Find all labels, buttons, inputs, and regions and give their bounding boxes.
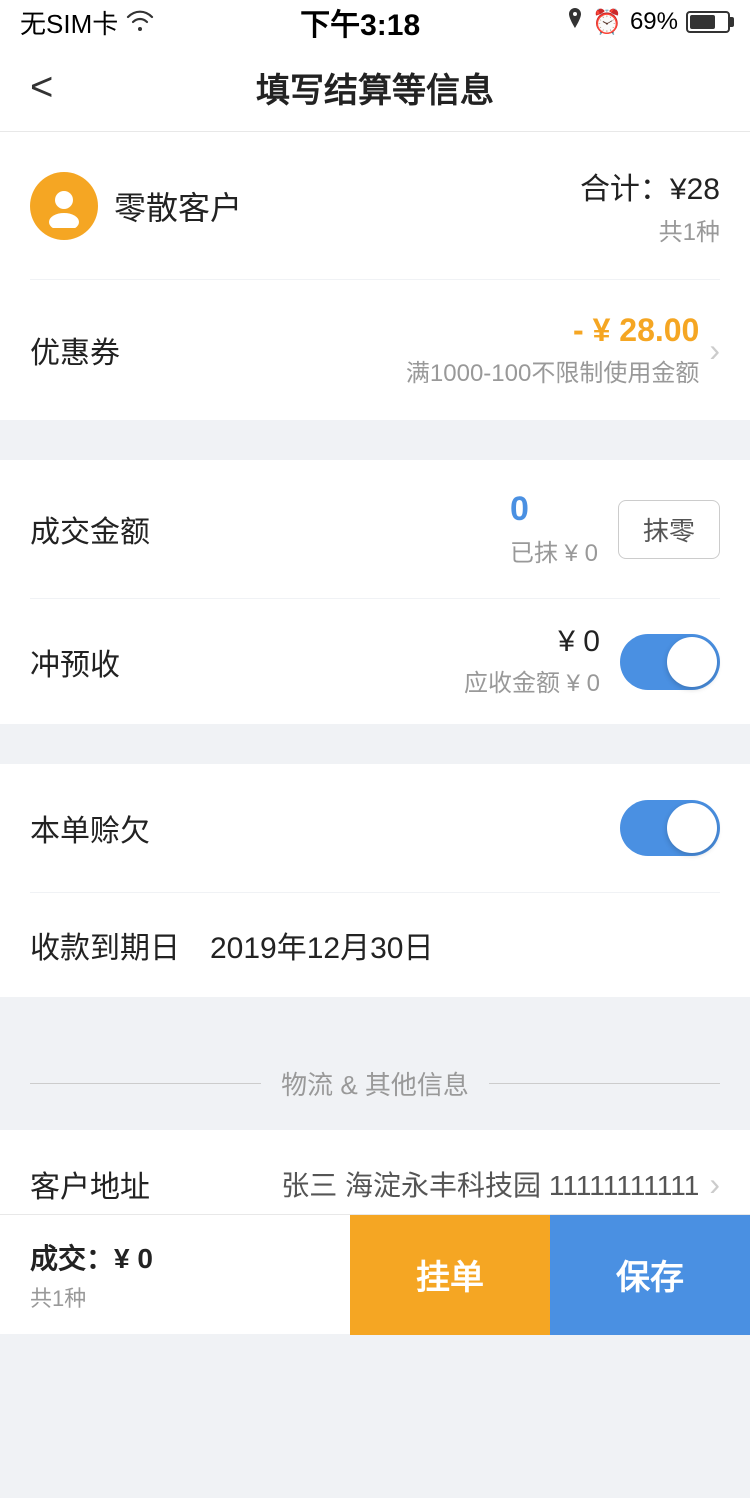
prepay-sub-amount: 应收金额 ¥ 0 (464, 663, 600, 698)
toggle-thumb (667, 637, 717, 687)
address-value: 张三 海淀永丰科技园 11111111111 (180, 1164, 709, 1204)
address-chevron-icon: › (709, 1166, 720, 1203)
due-date-row: 收款到期日 2019年12月30日 (0, 893, 750, 997)
chevron-right-icon: › (709, 332, 720, 369)
logistics-header: 物流 & 其他信息 (0, 1037, 750, 1130)
coupon-amounts: - ¥ 28.00 满1000-100不限制使用金额 (406, 312, 699, 388)
transaction-amount-row: 成交金额 0 已抹 ¥ 0 抹零 (0, 460, 750, 598)
debt-toggle[interactable] (620, 800, 720, 856)
prepay-main-amount: ¥ 0 (464, 625, 600, 659)
debt-row: 本单赊欠 (0, 764, 750, 892)
bottom-trade-amount: 成交：¥ 0 (30, 1237, 320, 1277)
status-left: 无SIM卡 (20, 4, 154, 41)
location-icon (566, 8, 584, 37)
bottom-trade-label: 成交： (30, 1243, 114, 1274)
status-time: 下午3:18 (300, 0, 420, 44)
status-bar: 无SIM卡 下午3:18 ⏰ 69% (0, 0, 750, 44)
logistics-title: 物流 & 其他信息 (261, 1065, 489, 1102)
transaction-amount-values: 0 已抹 ¥ 0 (510, 490, 598, 568)
carrier-text: 无SIM卡 (20, 4, 118, 41)
transaction-section: 成交金额 0 已抹 ¥ 0 抹零 冲预收 ¥ 0 应收金额 ¥ 0 (0, 460, 750, 724)
back-button[interactable]: < (30, 65, 53, 110)
total-amount: 合计：¥28 (580, 164, 720, 208)
customer-right: 合计：¥28 共1种 (580, 164, 720, 247)
prepay-toggle[interactable] (620, 634, 720, 690)
page-title: 填写结算等信息 (256, 63, 494, 112)
battery-icon (686, 11, 730, 33)
amount-sub: 已抹 ¥ 0 (510, 533, 598, 568)
customer-name: 零散客户 (114, 183, 242, 229)
bottom-bar: 成交：¥ 0 共1种 挂单 保存 (0, 1214, 750, 1334)
battery-percent: 69% (630, 8, 678, 36)
debt-label: 本单赊欠 (30, 806, 150, 850)
transaction-amount-right: 0 已抹 ¥ 0 抹零 (510, 490, 720, 568)
debt-toggle-thumb (667, 803, 717, 853)
prepay-label: 冲预收 (30, 640, 120, 684)
coupon-label: 优惠券 (30, 328, 120, 372)
prepay-right: ¥ 0 应收金额 ¥ 0 (464, 625, 720, 698)
coupon-desc: 满1000-100不限制使用金额 (406, 353, 699, 388)
total-count: 共1种 (580, 212, 720, 247)
save-button[interactable]: 保存 (550, 1215, 750, 1335)
section-gap-3 (0, 1017, 750, 1037)
prepay-row: 冲预收 ¥ 0 应收金额 ¥ 0 (0, 599, 750, 724)
bottom-count: 共1种 (30, 1281, 320, 1313)
due-date-label: 收款到期日 (30, 923, 180, 967)
due-date-value: 2019年12月30日 (210, 923, 433, 967)
prepay-amounts: ¥ 0 应收金额 ¥ 0 (464, 625, 600, 698)
wifi-icon (126, 7, 154, 38)
section-gap-2 (0, 744, 750, 764)
bottom-trade-value: ¥ 0 (114, 1243, 153, 1274)
customer-section: 零散客户 合计：¥28 共1种 优惠券 - ¥ 28.00 满1000-100不… (0, 132, 750, 420)
round-zero-button[interactable]: 抹零 (618, 500, 720, 559)
amount-value: 0 (510, 490, 598, 529)
transaction-amount-label: 成交金额 (30, 507, 150, 551)
section-gap-1 (0, 440, 750, 460)
status-right: ⏰ 69% (566, 8, 730, 37)
bottom-summary: 成交：¥ 0 共1种 (0, 1237, 350, 1313)
debt-section: 本单赊欠 收款到期日 2019年12月30日 (0, 764, 750, 997)
coupon-right: - ¥ 28.00 满1000-100不限制使用金额 › (406, 312, 720, 388)
hold-button[interactable]: 挂单 (350, 1215, 550, 1335)
alarm-icon: ⏰ (592, 8, 622, 37)
coupon-amount: - ¥ 28.00 (573, 312, 699, 349)
coupon-row[interactable]: 优惠券 - ¥ 28.00 满1000-100不限制使用金额 › (0, 280, 750, 420)
avatar (30, 172, 98, 240)
nav-bar: < 填写结算等信息 (0, 44, 750, 132)
customer-left: 零散客户 (30, 172, 242, 240)
address-label: 客户地址 (30, 1162, 150, 1206)
battery-fill (690, 15, 715, 29)
customer-row: 零散客户 合计：¥28 共1种 (0, 132, 750, 279)
